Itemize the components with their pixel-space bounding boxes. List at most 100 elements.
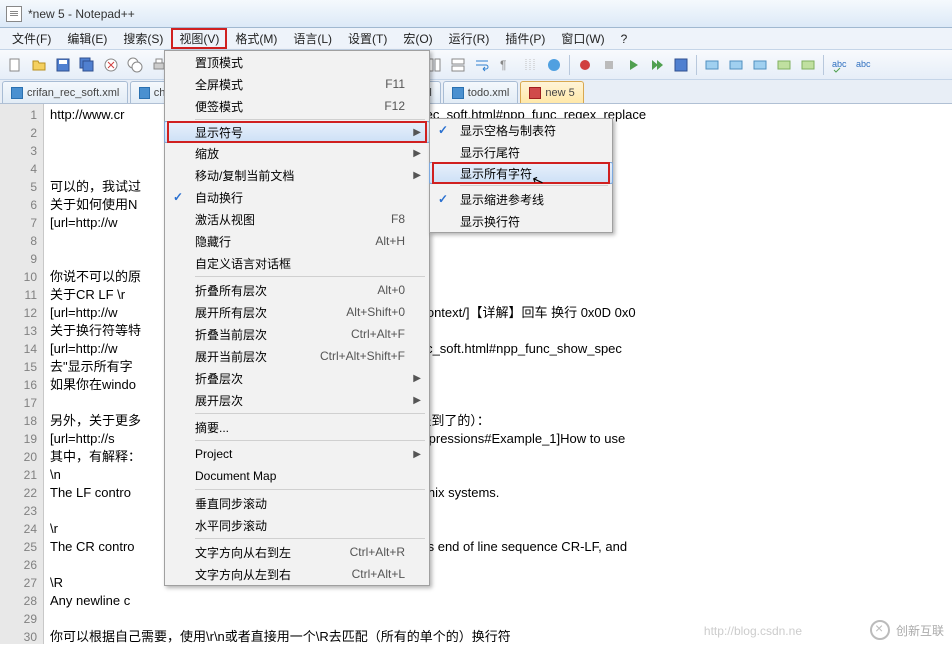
menu-separator (195, 538, 425, 539)
menu-item-Document Map[interactable]: Document Map (165, 465, 429, 487)
menu-separator (195, 276, 425, 277)
menu-item-水平同步滚动[interactable]: 水平同步滚动 (165, 514, 429, 536)
shortcut-label: Ctrl+Alt+F (351, 327, 405, 341)
menu-item-显示空格与制表符[interactable]: ✓显示空格与制表符 (430, 119, 612, 141)
menu-item-便签模式[interactable]: 便签模式F12 (165, 95, 429, 117)
shortcut-label: Ctrl+Alt+L (352, 567, 405, 581)
menu-item-显示缩进参考线[interactable]: ✓显示缩进参考线 (430, 188, 612, 210)
new-file-icon[interactable] (4, 54, 26, 76)
tab-label: todo.xml (468, 87, 510, 99)
submenu-arrow-icon: ▶ (413, 373, 421, 384)
indent-guide-icon[interactable] (519, 54, 541, 76)
stop-macro-icon[interactable] (598, 54, 620, 76)
open-file-icon[interactable] (28, 54, 50, 76)
brand-watermark: 创新互联 (862, 616, 952, 644)
menu-item-显示换行符[interactable]: 显示换行符 (430, 210, 612, 232)
menu-item-隐藏行[interactable]: 隐藏行Alt+H (165, 230, 429, 252)
menu-item-全屏模式[interactable]: 全屏模式F11 (165, 73, 429, 95)
menu-item-文字方向从左到右[interactable]: 文字方向从左到右 Ctrl+Alt+L (165, 563, 429, 585)
menu-label: Project (195, 447, 232, 461)
menu-label: 显示空格与制表符 (460, 122, 556, 139)
menu-label: 激活从视图 (195, 211, 255, 228)
menu-插件p[interactable]: 插件(P) (497, 28, 553, 49)
menu-item-显示所有字符[interactable]: 显示所有字符 (429, 162, 613, 184)
menu-item-折叠层次[interactable]: 折叠层次 ▶ (165, 367, 429, 389)
menu-label: 隐藏行 (195, 233, 231, 250)
menu-item-显示符号[interactable]: 显示符号▶ (164, 121, 430, 143)
toolbar: ¶ abc abc (0, 50, 952, 80)
menu-item-自动换行[interactable]: ✓自动换行 (165, 186, 429, 208)
menu-item-缩放[interactable]: 缩放▶ (165, 142, 429, 164)
menu-文件f[interactable]: 文件(F) (4, 28, 59, 49)
menu-item-置顶模式[interactable]: 置顶模式 (165, 51, 429, 73)
window-title: *new 5 - Notepad++ (28, 7, 135, 21)
plugin5-icon[interactable] (797, 54, 819, 76)
spell2-icon[interactable]: abc (852, 54, 874, 76)
play-macro-icon[interactable] (622, 54, 644, 76)
menu-item-展开层次[interactable]: 展开层次▶ (165, 389, 429, 411)
menu-搜索s[interactable]: 搜索(S) (115, 28, 171, 49)
menu-item-摘要...[interactable]: 摘要... (165, 416, 429, 438)
title-bar: *new 5 - Notepad++ (0, 0, 952, 28)
menu-item-自定义语言对话框[interactable]: 自定义语言对话框 (165, 252, 429, 274)
play-multi-icon[interactable] (646, 54, 668, 76)
tab-todo-xml[interactable]: todo.xml (443, 81, 519, 103)
save-icon[interactable] (52, 54, 74, 76)
menu-宏o[interactable]: 宏(O) (395, 28, 440, 49)
menu-separator (195, 440, 425, 441)
submenu-arrow-icon: ▶ (413, 170, 421, 181)
menu-视图v[interactable]: 视图(V) (171, 28, 227, 49)
close-icon[interactable] (100, 54, 122, 76)
menu-label: 文字方向从左到右 (195, 566, 291, 583)
menu-item-展开当前层次[interactable]: 展开当前层次Ctrl+Alt+Shift+F (165, 345, 429, 367)
menu-item-文字方向从右到左[interactable]: 文字方向从右到左Ctrl+Alt+R (165, 541, 429, 563)
menu-item-折叠当前层次[interactable]: 折叠当前层次Ctrl+Alt+F (165, 323, 429, 345)
menu-item-移动/复制当前文档[interactable]: 移动/复制当前文档▶ (165, 164, 429, 186)
menu-label: 自动换行 (195, 189, 243, 206)
menu-item-显示行尾符[interactable]: 显示行尾符 (430, 141, 612, 163)
menu-label: 折叠层次 (195, 370, 243, 387)
save-all-icon[interactable] (76, 54, 98, 76)
plugin2-icon[interactable] (725, 54, 747, 76)
sync-h-icon[interactable] (447, 54, 469, 76)
menu-设置t[interactable]: 设置(T) (340, 28, 395, 49)
menu-label: 摘要... (195, 419, 229, 436)
svg-text:abc: abc (856, 59, 871, 69)
app-icon (6, 6, 22, 22)
file-icon (452, 87, 464, 99)
file-icon (11, 87, 23, 99)
spell-icon[interactable]: abc (828, 54, 850, 76)
show-symbol-submenu: ✓显示空格与制表符显示行尾符显示所有字符 ✓显示缩进参考线显示换行符 (429, 118, 613, 233)
invisible-chars-icon[interactable]: ¶ (495, 54, 517, 76)
menu-item-Project[interactable]: Project▶ (165, 443, 429, 465)
record-macro-icon[interactable] (574, 54, 596, 76)
blog-watermark: http://blog.csdn.ne (704, 624, 802, 638)
menu-item-折叠所有层次[interactable]: 折叠所有层次Alt+0 (165, 279, 429, 301)
menu-label: 显示所有字符 (460, 165, 532, 182)
menu-item-激活从视图[interactable]: 激活从视图F8 (165, 208, 429, 230)
menu-label: 置顶模式 (195, 54, 243, 71)
brand-text: 创新互联 (896, 622, 944, 639)
lang-icon[interactable] (543, 54, 565, 76)
close-all-icon[interactable] (124, 54, 146, 76)
menu-label: 自定义语言对话框 (195, 255, 291, 272)
plugin4-icon[interactable] (773, 54, 795, 76)
menu-label: 垂直同步滚动 (195, 495, 267, 512)
tab-crifan-rec-soft-xml[interactable]: crifan_rec_soft.xml (2, 81, 128, 103)
save-macro-icon[interactable] (670, 54, 692, 76)
menu-格式m[interactable]: 格式(M) (227, 28, 285, 49)
menu-运行r[interactable]: 运行(R) (441, 28, 498, 49)
menu-label: 文字方向从右到左 (195, 544, 291, 561)
menu-label: 展开所有层次 (195, 304, 267, 321)
menu-item-展开所有层次[interactable]: 展开所有层次Alt+Shift+0 (165, 301, 429, 323)
tab-new-5[interactable]: new 5 (520, 81, 583, 103)
plugin3-icon[interactable] (749, 54, 771, 76)
menu-语言l[interactable]: 语言(L) (285, 28, 340, 49)
menu-?[interactable]: ? (613, 30, 636, 48)
plugin1-icon[interactable] (701, 54, 723, 76)
menu-编辑e[interactable]: 编辑(E) (59, 28, 115, 49)
menu-item-垂直同步滚动[interactable]: 垂直同步滚动 (165, 492, 429, 514)
toolbar-separator (823, 55, 824, 75)
wrap-icon[interactable] (471, 54, 493, 76)
menu-窗口w[interactable]: 窗口(W) (553, 28, 612, 49)
